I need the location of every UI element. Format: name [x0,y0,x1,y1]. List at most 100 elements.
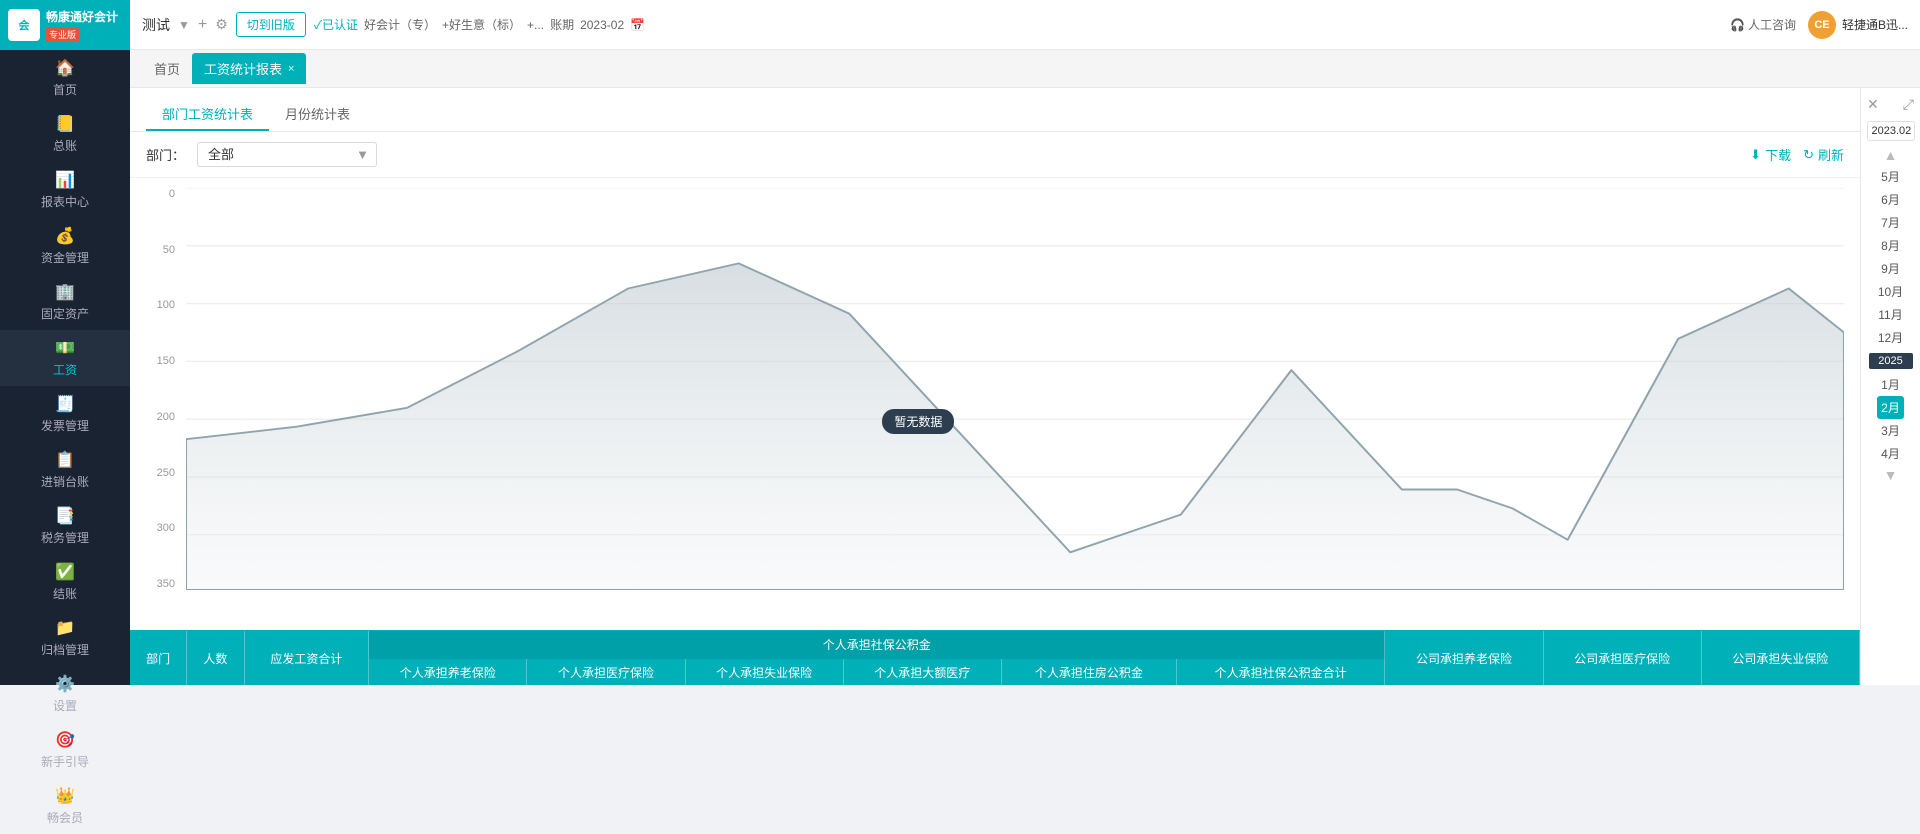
period-value: 2023-02 [580,18,624,32]
topbar-status: ✓已认证 好会计（专） +好生意（标） +... 账期 2023-02 📅 [314,16,645,33]
logo-icon: 会 [8,9,40,41]
sidebar-item-settings[interactable]: ⚙️设置 [0,666,130,722]
y-label-0: 0 [169,188,175,200]
panel-nav-up[interactable]: ▲ [1861,147,1920,163]
sidebar-item-invoice[interactable]: 🧾发票管理 [0,386,130,442]
account-type2: +好生意（标） [442,16,521,33]
toolbar: 部门： 全部 ▼ ⬇ 下载 ↻ 刷新 [130,132,1860,178]
home-icon: 🏠 [55,58,75,78]
user-name: 轻捷通B迅... [1842,16,1908,33]
sidebar-item-archive[interactable]: 📁归档管理 [0,610,130,666]
th-personal-个人承担大额医疗: 个人承担大额医疗 [843,659,1001,686]
sidebar-item-home[interactable]: 🏠首页 [0,50,130,106]
rp-month-8月[interactable]: 8月 [1874,234,1907,257]
sidebar-item-tax[interactable]: 📑税务管理 [0,498,130,554]
sidebar-label-ledger: 总账 [53,137,77,154]
panel-date-label: 2023.02 [1867,121,1915,141]
period-label: 账期 [550,16,574,33]
guide-icon: 🎯 [55,730,75,750]
rp-month-2025-2月[interactable]: 2月 [1877,396,1904,419]
right-panel: ✕ ⤢ 2023.02 ▲ 5月6月7月8月9月10月11月12月 2025 1… [1860,88,1920,685]
right-panel-controls: ✕ ⤢ [1861,96,1920,113]
rp-month-2025-1月[interactable]: 1月 [1877,373,1904,396]
subtab-dept[interactable]: 部门工资统计表 [146,98,269,131]
rp-month-5月[interactable]: 5月 [1874,165,1907,188]
summary-table: 部门人数应发工资合计个人承担社保公积金公司承担养老保险公司承担医疗保险公司承担失… [130,631,1860,685]
help-button[interactable]: 🎧 人工咨询 [1730,16,1796,33]
sidebar-item-reports[interactable]: 📊 报表中心 [0,162,130,218]
topbar: 测试 ▼ + ⚙ 切到旧版 ✓已认证 好会计（专） +好生意（标） +... 账… [130,0,1920,50]
th-公司承担养老保险: 公司承担养老保险 [1385,631,1543,685]
rp-month-2025-4月[interactable]: 4月 [1877,442,1904,465]
rp-month-11月[interactable]: 11月 [1874,303,1907,326]
th-personal-个人承担失业保险: 个人承担失业保险 [685,659,843,686]
rp-month-2025-3月[interactable]: 3月 [1877,419,1904,442]
refresh-icon: ↻ [1803,147,1814,163]
subtab-monthly[interactable]: 月份统计表 [269,98,366,131]
rp-month-12月[interactable]: 12月 [1874,326,1907,349]
sidebar-item-salary[interactable]: 💵 工资 [0,330,130,386]
topbar-title: 测试 [142,15,170,35]
subtabs: 部门工资统计表月份统计表 [130,88,1860,132]
account-type1: 好会计（专） [364,16,436,33]
chart-area: 350300250200150100500 [130,178,1860,630]
sidebar-label-reports: 报表中心 [41,193,89,210]
sidebar-item-sales[interactable]: 📋进销台账 [0,442,130,498]
calendar-icon[interactable]: 📅 [630,18,645,32]
switch-to-old-btn[interactable]: 切到旧版 [236,12,306,37]
panel-expand-icon[interactable]: ⤢ [1903,96,1914,113]
th-部门: 部门 [130,631,187,685]
topbar-settings-icon[interactable]: ⚙ [215,16,228,33]
tab-salary-report[interactable]: 工资统计报表 × [192,53,306,84]
sidebar-label-guide: 新手引导 [41,753,89,770]
th-personal-个人承担住房公积金: 个人承担住房公积金 [1001,659,1176,686]
certified-badge: ✓已认证 [314,16,358,33]
th-personal-个人承担医疗保险: 个人承担医疗保险 [527,659,685,686]
refresh-button[interactable]: ↻ 刷新 [1803,145,1844,164]
topbar-add-icon[interactable]: + [198,16,207,34]
checkout-icon: ✅ [55,562,75,582]
funds-icon: 💰 [55,226,75,246]
sidebar: 会 畅康通好会计 专业版 🏠首页📒总账 📊 报表中心 💰资金管理🏢固定资产 💵 工资 🧾发票… [0,0,130,685]
sidebar-label-checkout: 结账 [53,585,77,602]
year-2025-label: 2025 [1869,353,1913,369]
sidebar-item-member[interactable]: 👑 畅会员 [0,778,130,834]
sidebar-item-guide[interactable]: 🎯 新手引导 [0,722,130,778]
headset-icon: 🎧 [1730,18,1745,32]
sidebar-item-checkout[interactable]: ✅ 结账 [0,554,130,610]
reports-icon: 📊 [55,170,75,190]
logo-text: 畅康通好会计 专业版 [46,8,118,42]
th-personal-个人承担养老保险: 个人承担养老保险 [369,659,527,686]
rp-month-10月[interactable]: 10月 [1874,280,1907,303]
rp-month-9月[interactable]: 9月 [1874,257,1907,280]
rp-month-6月[interactable]: 6月 [1874,188,1907,211]
chart-svg: 暂无数据 [186,188,1844,590]
settings-icon: ⚙️ [55,674,75,694]
salary-icon: 💵 [55,338,75,358]
th-personal-group: 个人承担社保公积金 [369,631,1385,659]
sidebar-item-ledger[interactable]: 📒总账 [0,106,130,162]
download-button[interactable]: ⬇ 下载 [1750,145,1791,164]
y-label-150: 150 [157,355,175,367]
y-label-300: 300 [157,522,175,534]
sidebar-item-funds[interactable]: 💰资金管理 [0,218,130,274]
panel-close-icon[interactable]: ✕ [1867,96,1879,113]
main-content: 测试 ▼ + ⚙ 切到旧版 ✓已认证 好会计（专） +好生意（标） +... 账… [130,0,1920,685]
sidebar-item-assets[interactable]: 🏢固定资产 [0,274,130,330]
tab-close-icon[interactable]: × [288,63,294,75]
sidebar-label-salary: 工资 [53,361,77,378]
download-icon: ⬇ [1750,147,1761,163]
sidebar-label-member: 畅会员 [47,809,83,826]
tab-home[interactable]: 首页 [142,51,192,86]
panel-nav-down[interactable]: ▼ [1861,467,1920,483]
y-label-200: 200 [157,411,175,423]
sidebar-logo: 会 畅康通好会计 专业版 [0,0,130,50]
tabbar: 首页 工资统计报表 × [130,50,1920,88]
th-personal-个人承担社保公积金合计: 个人承担社保公积金合计 [1176,659,1385,686]
topbar-right: 🎧 人工咨询 CE 轻捷通B迅... [1730,11,1908,39]
user-menu[interactable]: CE 轻捷通B迅... [1808,11,1908,39]
member-icon: 👑 [55,786,75,806]
topbar-chevron-icon[interactable]: ▼ [178,18,190,32]
rp-month-7月[interactable]: 7月 [1874,211,1907,234]
dept-select[interactable]: 全部 [197,142,377,167]
